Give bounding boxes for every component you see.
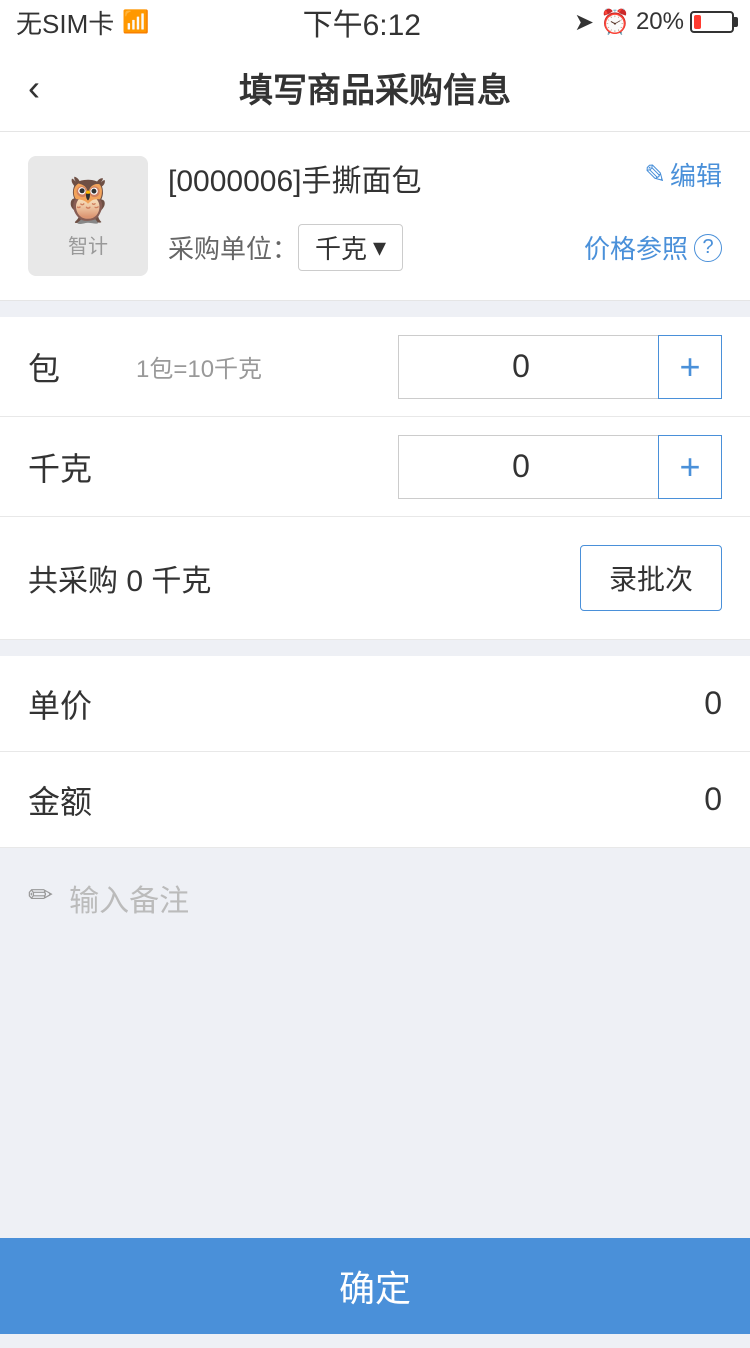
- product-info: [0000006]手撕面包 ✎ 编辑 采购单位： 千克 ▾ 价格参照 ?: [168, 156, 722, 271]
- summary-text: 共采购 0 千克: [28, 556, 211, 600]
- edit-label: 编辑: [670, 156, 722, 193]
- battery-icon: [690, 11, 734, 33]
- kg-input-group: +: [398, 435, 722, 499]
- section-gap-2: [0, 640, 750, 656]
- kg-label: 千克: [28, 444, 128, 490]
- unit-price-value: 0: [704, 685, 722, 722]
- pencil-icon: ✏: [28, 878, 53, 913]
- bag-label: 包: [28, 344, 128, 390]
- help-icon: ?: [694, 234, 722, 262]
- kg-input-row: 千克 +: [0, 417, 750, 517]
- nav-bar: ‹ 填写商品采购信息: [0, 44, 750, 132]
- status-bar: 无SIM卡 📶 下午6:12 ➤ ⏰ 20%: [0, 0, 750, 44]
- batch-button[interactable]: 录批次: [580, 545, 722, 611]
- bag-sublabel: 1包=10千克: [136, 349, 262, 384]
- unit-value: 千克: [315, 229, 367, 266]
- bag-input-group: +: [398, 335, 722, 399]
- unit-price-row: 单价 0: [0, 656, 750, 752]
- price-ref-label: 价格参照: [584, 229, 688, 266]
- amount-value: 0: [704, 781, 722, 818]
- edit-icon: ✎: [644, 159, 666, 190]
- kg-plus-button[interactable]: +: [658, 435, 722, 499]
- wifi-icon: 📶: [122, 9, 149, 35]
- product-header: [0000006]手撕面包 ✎ 编辑: [168, 156, 722, 200]
- bag-plus-button[interactable]: +: [658, 335, 722, 399]
- bag-input[interactable]: [398, 335, 658, 399]
- kg-input[interactable]: [398, 435, 658, 499]
- note-area[interactable]: ✏ 输入备注: [0, 848, 750, 1048]
- product-logo-label: 智计: [68, 230, 108, 259]
- back-button[interactable]: ‹: [28, 67, 40, 109]
- carrier-label: 无SIM卡: [16, 4, 114, 41]
- summary-row: 共采购 0 千克 录批次: [0, 517, 750, 640]
- unit-label: 采购单位：: [168, 229, 298, 266]
- battery-percent: 20%: [636, 8, 684, 36]
- alarm-icon: ⏰: [600, 8, 630, 37]
- unit-selector-group: 采购单位： 千克 ▾: [168, 224, 403, 271]
- section-gap-1: [0, 301, 750, 317]
- product-name: [0000006]手撕面包: [168, 156, 644, 200]
- edit-button[interactable]: ✎ 编辑: [644, 156, 722, 193]
- chevron-down-icon: ▾: [373, 232, 386, 263]
- location-icon: ➤: [574, 8, 594, 37]
- status-left: 无SIM卡 📶: [16, 4, 150, 41]
- unit-price-label: 单价: [28, 681, 92, 727]
- page-title: 填写商品采购信息: [239, 63, 511, 112]
- confirm-label: 确定: [339, 1260, 411, 1312]
- time-label: 下午6:12: [303, 0, 421, 44]
- price-section: 单价 0 金额 0: [0, 656, 750, 848]
- price-ref-button[interactable]: 价格参照 ?: [584, 229, 722, 266]
- product-logo: 🦉: [61, 174, 116, 226]
- status-right: ➤ ⏰ 20%: [574, 8, 734, 37]
- confirm-button[interactable]: 确定: [0, 1238, 750, 1334]
- product-unit-row: 采购单位： 千克 ▾ 价格参照 ?: [168, 224, 722, 271]
- note-placeholder: 输入备注: [69, 876, 189, 920]
- input-section: 包 1包=10千克 + 千克 + 共采购 0 千克 录批次: [0, 317, 750, 640]
- bag-input-row: 包 1包=10千克 +: [0, 317, 750, 417]
- product-card: 🦉 智计 [0000006]手撕面包 ✎ 编辑 采购单位： 千克 ▾ 价格参照 …: [0, 132, 750, 301]
- unit-dropdown[interactable]: 千克 ▾: [298, 224, 403, 271]
- product-image: 🦉 智计: [28, 156, 148, 276]
- amount-label: 金额: [28, 777, 92, 823]
- amount-row: 金额 0: [0, 752, 750, 848]
